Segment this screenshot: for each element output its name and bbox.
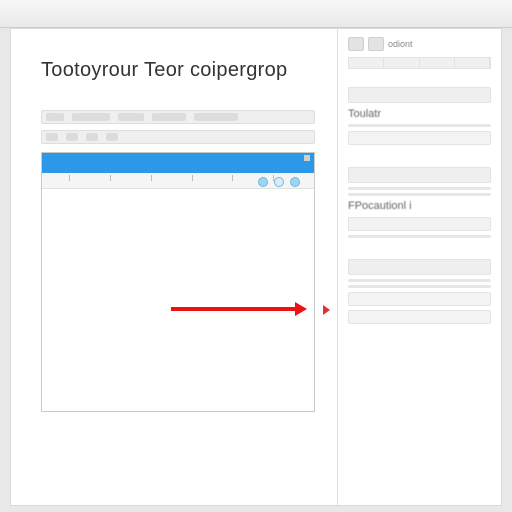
side-row[interactable] (348, 131, 491, 145)
panel-icon[interactable] (368, 37, 384, 51)
side-row[interactable] (348, 292, 491, 306)
editor-dots[interactable] (258, 177, 300, 187)
section-header[interactable] (348, 259, 491, 275)
main-panel: Tootoyrour Teor coipergrop (11, 29, 337, 505)
selected-row[interactable] (42, 153, 314, 173)
side-section-3 (348, 259, 491, 328)
arrow-icon (171, 307, 297, 311)
window-titlebar (0, 0, 512, 28)
side-section-2: FPocautionl i (348, 167, 491, 241)
toolbar-stack (41, 110, 315, 144)
side-row[interactable] (348, 310, 491, 324)
page-title: Tootoyrour Teor coipergrop (41, 59, 315, 82)
pointer-icon (323, 305, 330, 315)
toolbar-row-1[interactable] (41, 110, 315, 124)
toolbar-row-2[interactable] (41, 130, 315, 144)
editor-container[interactable] (41, 152, 315, 412)
dot-icon[interactable] (258, 177, 268, 187)
section-label: Toulatr (348, 107, 491, 121)
panel-icon-row[interactable]: odiont (348, 37, 491, 51)
panel-icon[interactable] (348, 37, 364, 51)
panel-tabs[interactable] (348, 57, 491, 69)
side-row[interactable] (348, 217, 491, 231)
panel-icon-label: odiont (388, 37, 413, 51)
close-icon[interactable] (304, 155, 310, 161)
side-section-1: Toulatr (348, 87, 491, 149)
section-header[interactable] (348, 87, 491, 103)
stage: Tootoyrour Teor coipergrop (10, 28, 502, 506)
dot-icon[interactable] (290, 177, 300, 187)
side-panel: odiont Toulatr FPocautionl i (337, 29, 501, 505)
dot-icon[interactable] (274, 177, 284, 187)
section-label: FPocautionl i (348, 199, 491, 213)
section-header[interactable] (348, 167, 491, 183)
